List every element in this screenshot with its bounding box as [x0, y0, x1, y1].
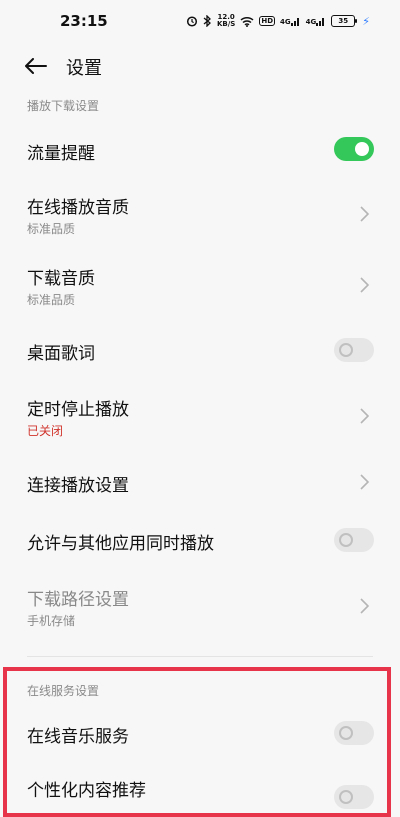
row-label: 下载音质	[27, 269, 95, 289]
toggle-knob	[355, 142, 369, 156]
chevron-right-icon	[360, 474, 370, 490]
toggle-knob	[339, 533, 353, 547]
chevron-right-icon	[360, 598, 370, 614]
row-online-quality[interactable]: 在线播放音质 标准品质	[0, 186, 400, 242]
row-label: 下载路径设置	[27, 590, 129, 610]
net-speed-unit: KB/S	[216, 20, 236, 28]
divider	[27, 656, 373, 657]
desktop-lyrics-toggle[interactable]	[334, 338, 374, 362]
chevron-right-icon	[360, 408, 370, 424]
row-sub: 标准品质	[27, 293, 76, 307]
signal-2-label: 4G	[305, 18, 317, 26]
signal-1-icon: 4G	[280, 16, 301, 26]
row-label: 桌面歌词	[27, 344, 95, 364]
row-label: 定时停止播放	[27, 400, 129, 420]
mix-playback-toggle[interactable]	[334, 528, 374, 552]
row-connect-play[interactable]: 连接播放设置	[0, 460, 400, 504]
row-label: 允许与其他应用同时播放	[27, 534, 214, 554]
header: 设置	[0, 44, 400, 88]
toggle-knob	[339, 343, 353, 357]
back-button[interactable]	[22, 52, 50, 80]
row-label: 连接播放设置	[27, 476, 129, 496]
row-label: 在线播放音质	[27, 198, 129, 218]
signal-2-icon: 4G	[306, 16, 327, 26]
row-data-reminder[interactable]: 流量提醒	[0, 128, 400, 172]
status-time: 23:15	[60, 12, 108, 30]
net-speed: 12.0 KB/S	[217, 14, 235, 28]
highlight-box	[3, 667, 391, 817]
status-icons: 12.0 KB/S HD 4G 4G 35 ⚡	[186, 14, 370, 28]
row-label: 流量提醒	[27, 144, 95, 164]
alarm-icon	[186, 15, 198, 27]
wifi-icon	[240, 16, 254, 27]
signal-1-label: 4G	[280, 18, 291, 26]
data-reminder-toggle[interactable]	[334, 137, 374, 161]
status-bar: 23:15 12.0 KB/S HD 4G 4G 35 ⚡	[0, 0, 400, 44]
hd-badge: HD	[259, 16, 276, 26]
charging-icon: ⚡	[362, 14, 370, 28]
row-sub: 标准品质	[27, 222, 76, 236]
section-title-play: 播放下载设置	[27, 99, 100, 113]
row-sub: 手机存储	[27, 614, 76, 628]
page-title: 设置	[66, 58, 102, 79]
chevron-right-icon	[360, 277, 370, 293]
row-download-path[interactable]: 下载路径设置 手机存储	[0, 578, 400, 634]
row-sub: 已关闭	[27, 424, 64, 438]
row-download-quality[interactable]: 下载音质 标准品质	[0, 257, 400, 313]
battery-level: 35	[338, 17, 349, 25]
row-desktop-lyrics[interactable]: 桌面歌词	[0, 328, 400, 372]
row-mix-playback[interactable]: 允许与其他应用同时播放	[0, 518, 400, 562]
bluetooth-icon	[203, 15, 212, 27]
row-sleep-timer[interactable]: 定时停止播放 已关闭	[0, 388, 400, 444]
back-arrow-icon	[25, 58, 47, 74]
battery-icon: 35	[331, 15, 358, 27]
chevron-right-icon	[360, 206, 370, 222]
